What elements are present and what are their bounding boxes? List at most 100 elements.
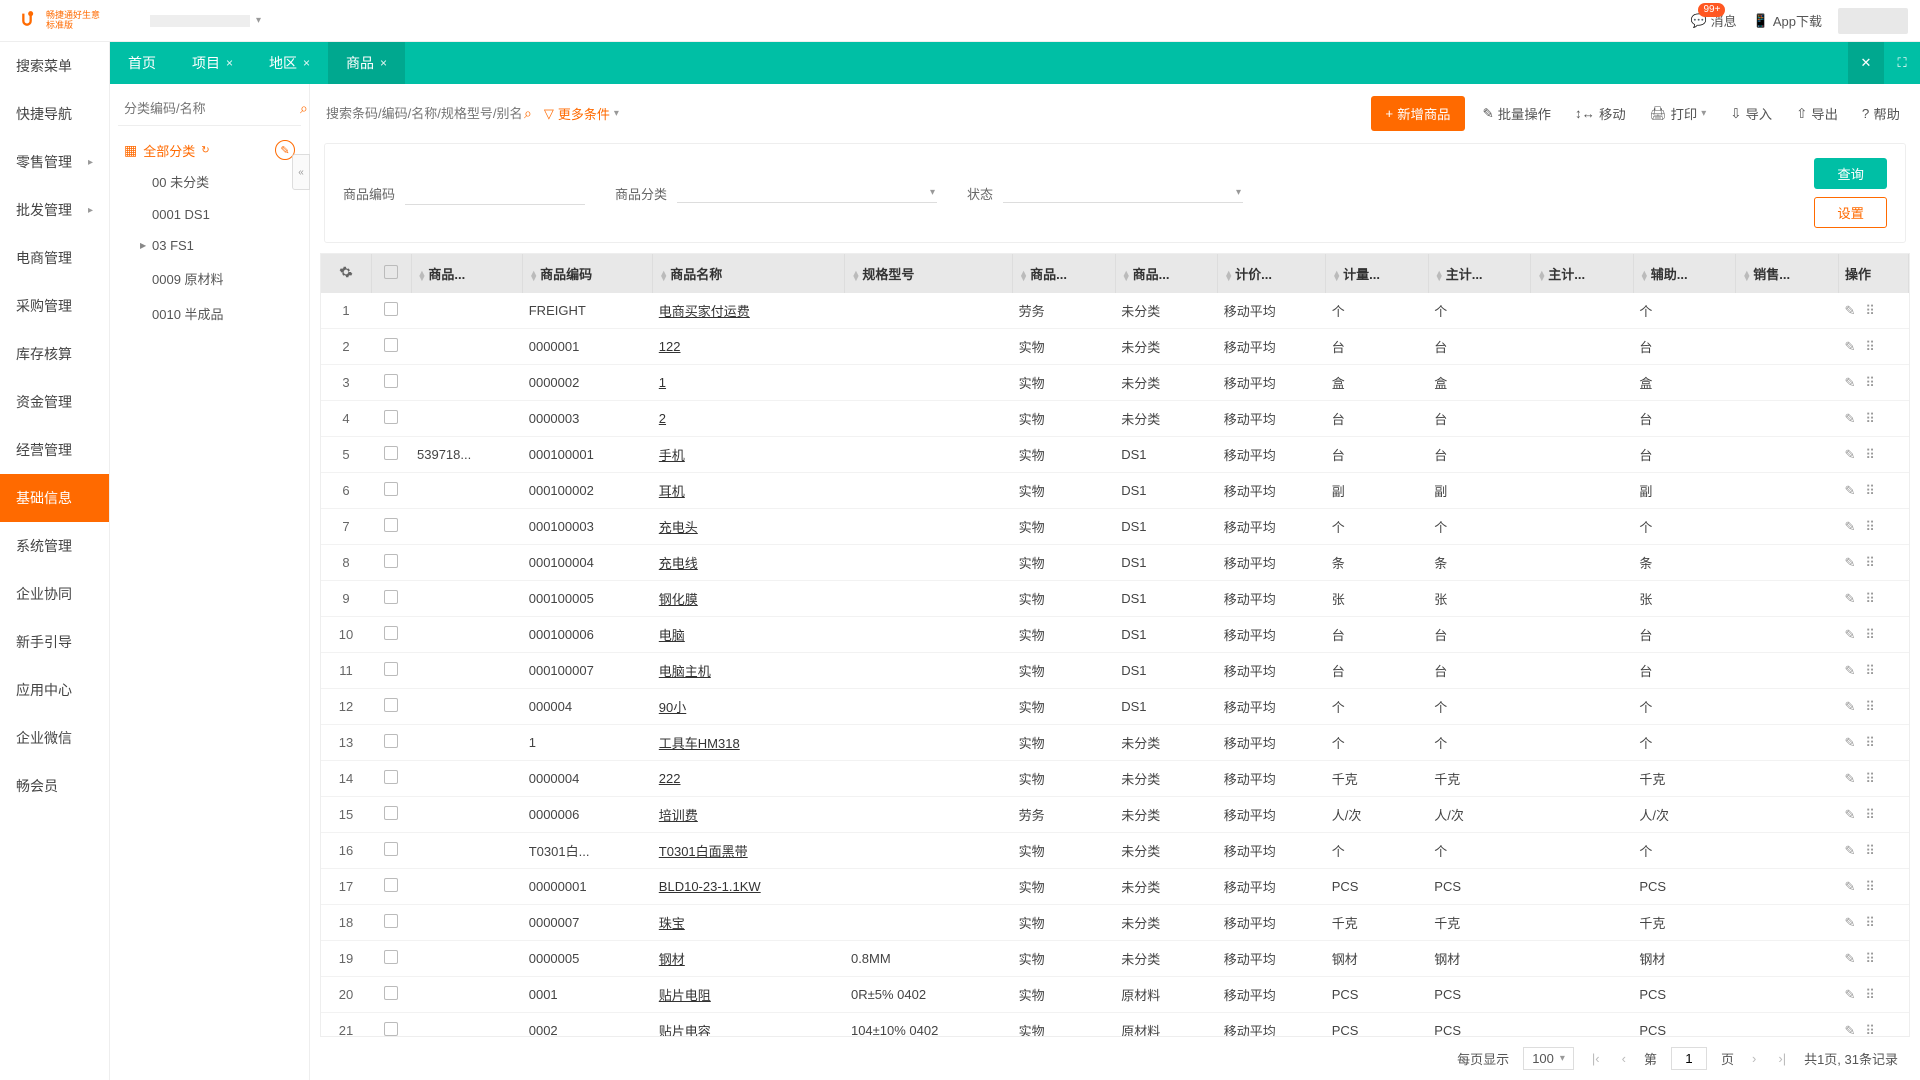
edit-icon[interactable]: ✎ (1845, 879, 1856, 895)
export-button[interactable]: ⇧导出 (1790, 100, 1844, 127)
product-name-link[interactable]: 122 (659, 339, 681, 354)
table-row[interactable]: 17 00000001 BLD10-23-1.1KW 实物 未分类 移动平均 P… (321, 869, 1909, 905)
tree-node[interactable]: 00 未分类 (118, 164, 301, 199)
more-icon[interactable]: ⠿ (1865, 915, 1875, 931)
row-checkbox[interactable] (384, 590, 398, 604)
row-checkbox[interactable] (384, 734, 398, 748)
edit-icon[interactable]: ✎ (1845, 807, 1856, 823)
expand-icon[interactable]: ▶ (140, 241, 148, 250)
edit-icon[interactable]: ✎ (1845, 987, 1856, 1003)
product-name-link[interactable]: 充电头 (659, 520, 698, 535)
table-row[interactable]: 3 0000002 1 实物 未分类 移动平均 盒 盒 盒 ✎⠿ (321, 365, 1909, 401)
settings-button[interactable]: 设置 (1814, 197, 1887, 228)
product-name-link[interactable]: 贴片电阻 (659, 988, 711, 1003)
row-checkbox[interactable] (384, 842, 398, 856)
product-name-link[interactable]: BLD10-23-1.1KW (659, 879, 761, 894)
sidebar-item[interactable]: 零售管理▸ (0, 138, 109, 186)
sidebar-item[interactable]: 企业微信 (0, 714, 109, 762)
edit-icon[interactable]: ✎ (1845, 915, 1856, 931)
row-checkbox[interactable] (384, 1022, 398, 1036)
more-icon[interactable]: ⠿ (1865, 303, 1875, 319)
table-row[interactable]: 2 0000001 122 实物 未分类 移动平均 台 台 台 ✎⠿ (321, 329, 1909, 365)
product-name-link[interactable]: 电脑主机 (659, 664, 711, 679)
edit-icon[interactable]: ✎ (1845, 375, 1856, 391)
collapse-tree-handle[interactable]: « (292, 154, 310, 190)
sidebar-item[interactable]: 电商管理 (0, 234, 109, 282)
user-avatar[interactable] (1838, 8, 1908, 34)
edit-icon[interactable]: ✎ (1845, 339, 1856, 355)
page-last[interactable]: ›| (1774, 1051, 1790, 1066)
select-all[interactable] (371, 254, 411, 293)
more-icon[interactable]: ⠿ (1865, 951, 1875, 967)
sidebar-item[interactable]: 快捷导航 (0, 90, 109, 138)
app-download-link[interactable]: 📱 App下载 (1753, 11, 1822, 30)
table-row[interactable]: 10 000100006 电脑 实物 DS1 移动平均 台 台 台 ✎⠿ (321, 617, 1909, 653)
row-checkbox[interactable] (384, 518, 398, 532)
table-row[interactable]: 1 FREIGHT 电商买家付运费 劳务 未分类 移动平均 个 个 个 ✎⠿ (321, 293, 1909, 329)
row-checkbox[interactable] (384, 374, 398, 388)
category-search[interactable]: ⌕ (118, 96, 301, 126)
batch-ops-button[interactable]: ✎批量操作 (1477, 100, 1557, 127)
more-icon[interactable]: ⠿ (1865, 663, 1875, 679)
tab[interactable]: 商品× (328, 42, 405, 84)
edit-icon[interactable]: ✎ (1845, 771, 1856, 787)
tree-node[interactable]: 0001 DS1 (118, 199, 301, 230)
sidebar-item[interactable]: 批发管理▸ (0, 186, 109, 234)
product-name-link[interactable]: 电脑 (659, 628, 685, 643)
product-search-input[interactable] (324, 102, 524, 126)
more-icon[interactable]: ⠿ (1865, 771, 1875, 787)
filter-code-input[interactable] (405, 181, 585, 205)
close-icon[interactable]: × (303, 56, 310, 70)
move-button[interactable]: ↕↔移动 (1569, 100, 1632, 127)
table-row[interactable]: 19 0000005 钢材 0.8MM 实物 未分类 移动平均 钢材 钢材 钢材… (321, 941, 1909, 977)
sidebar-item[interactable]: 基础信息 (0, 474, 109, 522)
sidebar-item[interactable]: 经营管理 (0, 426, 109, 474)
product-name-link[interactable]: 电商买家付运费 (659, 304, 750, 319)
product-name-link[interactable]: 90小 (659, 700, 686, 715)
edit-icon[interactable]: ✎ (1845, 699, 1856, 715)
page-prev[interactable]: ‹ (1618, 1051, 1630, 1066)
edit-icon[interactable]: ✎ (1845, 951, 1856, 967)
more-filters[interactable]: ▽ 更多条件 ▾ (544, 104, 619, 123)
column-settings[interactable] (321, 254, 371, 293)
page-size-select[interactable]: 100 ▾ (1523, 1047, 1574, 1070)
more-icon[interactable]: ⠿ (1865, 1023, 1875, 1038)
org-dropdown[interactable]: ▾ (140, 11, 271, 31)
tab[interactable]: 地区× (251, 42, 328, 84)
col-spec[interactable]: ▲▼规格型号 (845, 254, 1013, 293)
more-icon[interactable]: ⠿ (1865, 627, 1875, 643)
more-icon[interactable]: ⠿ (1865, 735, 1875, 751)
more-icon[interactable]: ⠿ (1865, 879, 1875, 895)
table-row[interactable]: 12 000004 90小 实物 DS1 移动平均 个 个 个 ✎⠿ (321, 689, 1909, 725)
fullscreen-toggle[interactable]: ⛶ (1884, 42, 1920, 84)
table-row[interactable]: 14 0000004 222 实物 未分类 移动平均 千克 千克 千克 ✎⠿ (321, 761, 1909, 797)
help-button[interactable]: ?帮助 (1856, 100, 1906, 127)
product-name-link[interactable]: 1 (659, 375, 666, 390)
col-unit-main[interactable]: ▲▼主计... (1428, 254, 1531, 293)
edit-icon[interactable]: ✎ (1845, 555, 1856, 571)
table-row[interactable]: 6 000100002 耳机 实物 DS1 移动平均 副 副 副 ✎⠿ (321, 473, 1909, 509)
row-checkbox[interactable] (384, 950, 398, 964)
col-unit-main2[interactable]: ▲▼主计... (1531, 254, 1634, 293)
col-code[interactable]: ▲▼商品编码 (523, 254, 653, 293)
product-name-link[interactable]: 充电线 (659, 556, 698, 571)
table-row[interactable]: 18 0000007 珠宝 实物 未分类 移动平均 千克 千克 千克 ✎⠿ (321, 905, 1909, 941)
more-icon[interactable]: ⠿ (1865, 483, 1875, 499)
product-name-link[interactable]: 贴片电容 (659, 1024, 711, 1037)
more-icon[interactable]: ⠿ (1865, 843, 1875, 859)
category-root[interactable]: ▦ 全部分类 ↻ ✎ (118, 136, 301, 164)
page-next[interactable]: › (1748, 1051, 1760, 1066)
product-name-link[interactable]: 2 (659, 411, 666, 426)
add-product-button[interactable]: + 新增商品 (1371, 96, 1464, 131)
tab[interactable]: 首页 (110, 42, 174, 84)
table-row[interactable]: 11 000100007 电脑主机 实物 DS1 移动平均 台 台 台 ✎⠿ (321, 653, 1909, 689)
table-row[interactable]: 9 000100005 钢化膜 实物 DS1 移动平均 张 张 张 ✎⠿ (321, 581, 1909, 617)
row-checkbox[interactable] (384, 482, 398, 496)
search-icon[interactable]: ⌕ (300, 100, 308, 117)
close-icon[interactable]: × (380, 56, 387, 70)
sidebar-item[interactable]: 企业协同 (0, 570, 109, 618)
print-button[interactable]: 🖨打印▾ (1644, 100, 1713, 127)
col-unit-sale[interactable]: ▲▼销售... (1736, 254, 1839, 293)
more-icon[interactable]: ⠿ (1865, 555, 1875, 571)
more-icon[interactable]: ⠿ (1865, 591, 1875, 607)
